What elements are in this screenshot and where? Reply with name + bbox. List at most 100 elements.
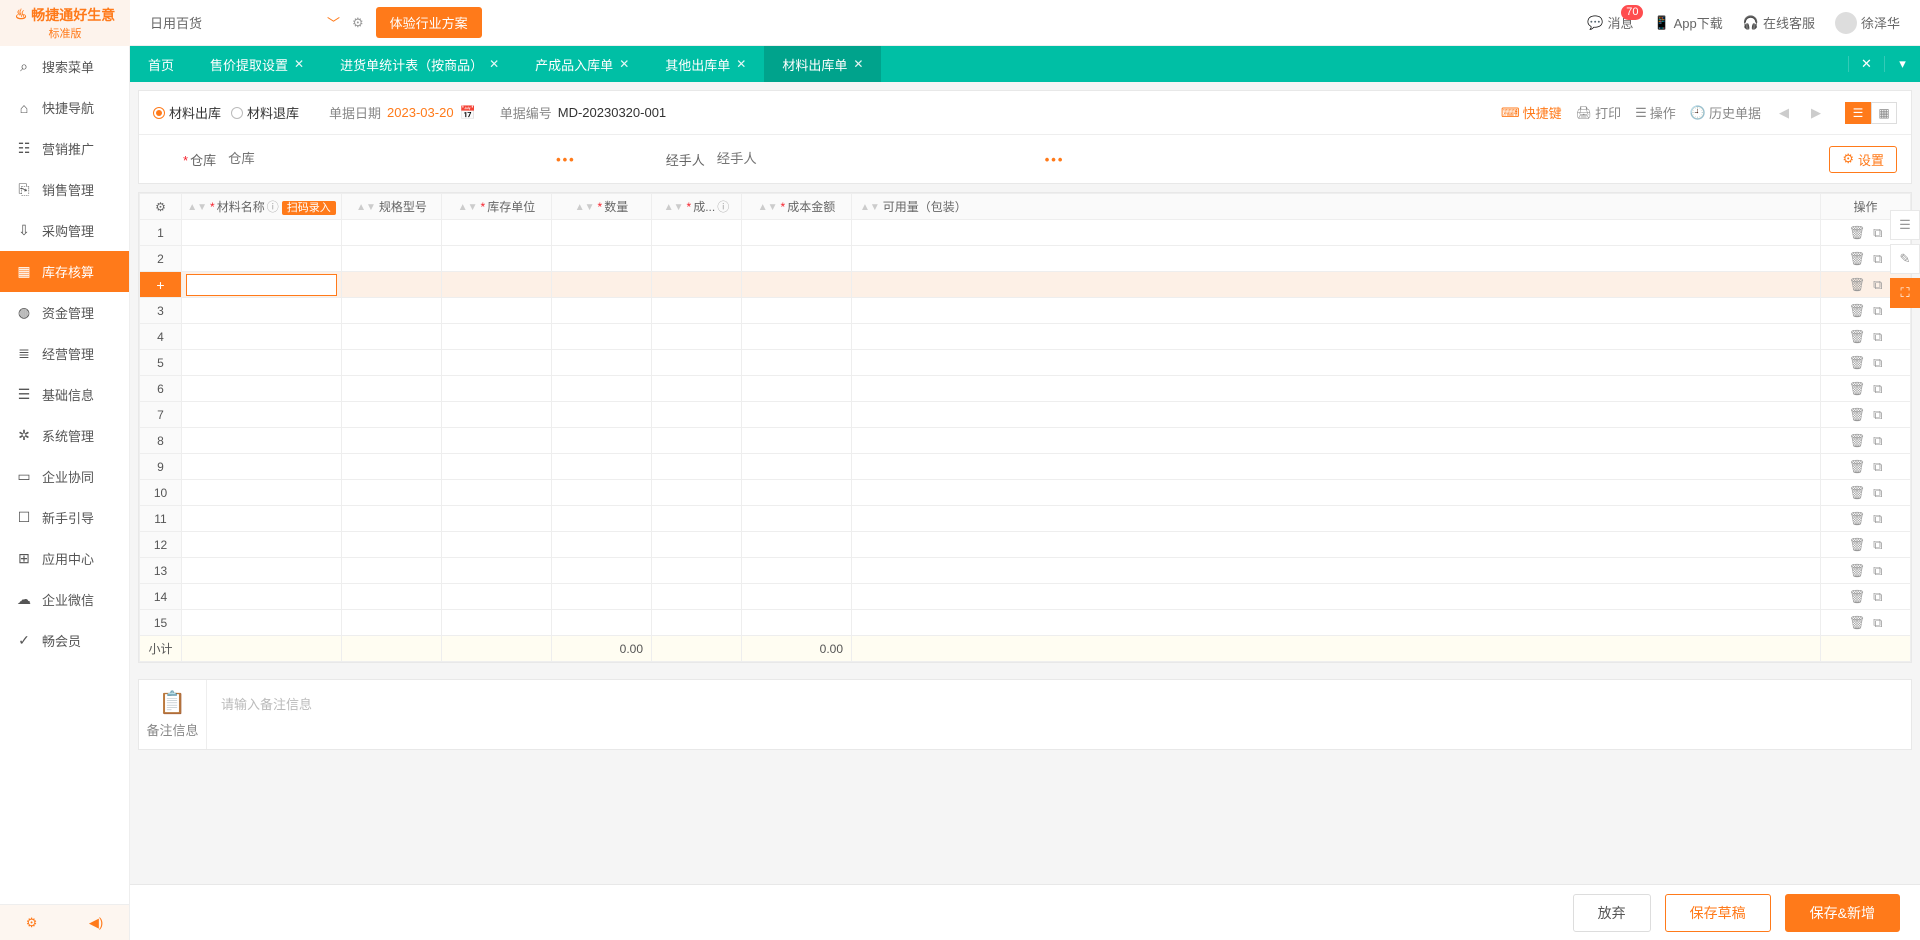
cell-cost-amt[interactable] (742, 610, 852, 636)
gear-icon[interactable]: ⚙ (352, 15, 364, 31)
cell-qty[interactable] (552, 350, 652, 376)
cell-cost[interactable] (652, 246, 742, 272)
sidebar-gear[interactable]: ⚙ (26, 915, 38, 931)
cell-cost-amt[interactable] (742, 376, 852, 402)
tab-more[interactable]: ▾ (1884, 56, 1920, 72)
cell-cost-amt[interactable] (742, 350, 852, 376)
delete-icon[interactable]: 🗑 (1849, 407, 1866, 422)
print-button[interactable]: 🖨 打印 (1576, 103, 1622, 122)
help-icon[interactable]: ⓘ (267, 200, 279, 214)
sidebar-item-3[interactable]: ⎘销售管理 (0, 169, 129, 210)
cell-qty[interactable] (552, 246, 652, 272)
cell-avail[interactable] (852, 480, 1821, 506)
cell-material[interactable] (182, 402, 342, 428)
warehouse-input[interactable] (226, 147, 546, 171)
cell-material[interactable] (182, 558, 342, 584)
cell-material[interactable] (182, 298, 342, 324)
cell-spec[interactable] (342, 272, 442, 298)
cell-avail[interactable] (852, 376, 1821, 402)
delete-icon[interactable]: 🗑 (1849, 511, 1866, 526)
cell-cost-amt[interactable] (742, 246, 852, 272)
sidebar-item-11[interactable]: ☐新手引导 (0, 497, 129, 538)
sidebar-collapse[interactable]: ◀) (89, 915, 103, 931)
cell-avail[interactable] (852, 610, 1821, 636)
cell-material[interactable] (182, 584, 342, 610)
cell-spec[interactable] (342, 376, 442, 402)
cell-avail[interactable] (852, 454, 1821, 480)
cell-cost-amt[interactable] (742, 454, 852, 480)
cell-cost[interactable] (652, 610, 742, 636)
cell-unit[interactable] (442, 350, 552, 376)
col-cost-amt[interactable]: ▲▼*成本金额 (742, 194, 852, 220)
cell-avail[interactable] (852, 402, 1821, 428)
cell-material[interactable] (182, 454, 342, 480)
delete-icon[interactable]: 🗑 (1849, 225, 1866, 240)
cell-cost[interactable] (652, 480, 742, 506)
cell-spec[interactable] (342, 584, 442, 610)
cell-material[interactable] (182, 350, 342, 376)
sidebar-item-4[interactable]: ⇩采购管理 (0, 210, 129, 251)
cell-qty[interactable] (552, 324, 652, 350)
delete-icon[interactable]: 🗑 (1849, 251, 1866, 266)
cell-material[interactable] (182, 220, 342, 246)
col-avail[interactable]: ▲▼可用量（包装） (852, 194, 1821, 220)
cell-qty[interactable] (552, 480, 652, 506)
copy-icon[interactable]: ⧉ (1873, 225, 1882, 240)
cell-unit[interactable] (442, 532, 552, 558)
handler-more[interactable]: ••• (1045, 152, 1065, 167)
cell-qty[interactable] (552, 428, 652, 454)
app-download[interactable]: 📱App下载 (1653, 13, 1722, 32)
copy-icon[interactable]: ⧉ (1873, 615, 1882, 630)
view-grid[interactable]: ☰ (1845, 102, 1871, 124)
sidebar-item-9[interactable]: ✲系统管理 (0, 415, 129, 456)
cell-material[interactable] (182, 506, 342, 532)
cell-cost-amt[interactable] (742, 428, 852, 454)
cell-unit[interactable] (442, 506, 552, 532)
delete-icon[interactable]: 🗑 (1849, 615, 1866, 630)
cell-material[interactable] (182, 428, 342, 454)
add-row-button[interactable]: + (140, 272, 182, 298)
cell-unit[interactable] (442, 272, 552, 298)
copy-icon[interactable]: ⧉ (1873, 303, 1882, 318)
cell-material[interactable] (182, 324, 342, 350)
cell-qty[interactable] (552, 532, 652, 558)
cell-spec[interactable] (342, 402, 442, 428)
delete-icon[interactable]: 🗑 (1849, 277, 1866, 292)
cell-unit[interactable] (442, 324, 552, 350)
sidebar-item-13[interactable]: ☁企业微信 (0, 579, 129, 620)
cell-spec[interactable] (342, 246, 442, 272)
delete-icon[interactable]: 🗑 (1849, 355, 1866, 370)
cell-unit[interactable] (442, 454, 552, 480)
tab-3[interactable]: 产成品入库单✕ (517, 46, 647, 82)
material-input[interactable] (186, 274, 337, 296)
sidebar-item-14[interactable]: ✓畅会员 (0, 620, 129, 661)
delete-icon[interactable]: 🗑 (1849, 329, 1866, 344)
delete-icon[interactable]: 🗑 (1849, 303, 1866, 318)
copy-icon[interactable]: ⧉ (1873, 277, 1882, 292)
cell-unit[interactable] (442, 610, 552, 636)
float-expand[interactable]: ⛶ (1890, 278, 1920, 308)
sidebar-item-7[interactable]: ≣经营管理 (0, 333, 129, 374)
save-draft-button[interactable]: 保存草稿 (1665, 894, 1771, 932)
sidebar-item-2[interactable]: ☷营销推广 (0, 128, 129, 169)
cell-cost-amt[interactable] (742, 584, 852, 610)
cell-spec[interactable] (342, 506, 442, 532)
cell-unit[interactable] (442, 584, 552, 610)
copy-icon[interactable]: ⧉ (1873, 433, 1882, 448)
cell-material[interactable] (182, 610, 342, 636)
sidebar-item-5[interactable]: ▦库存核算 (0, 251, 129, 292)
delete-icon[interactable]: 🗑 (1849, 563, 1866, 578)
shortcut-button[interactable]: ⌨ 快捷键 (1501, 103, 1562, 122)
settings-button[interactable]: ⚙设置 (1829, 146, 1897, 173)
col-cost[interactable]: ▲▼*成...ⓘ (652, 194, 742, 220)
cell-unit[interactable] (442, 428, 552, 454)
calendar-icon[interactable]: 📅 (460, 105, 476, 121)
cell-qty[interactable] (552, 454, 652, 480)
cell-avail[interactable] (852, 220, 1821, 246)
support[interactable]: 🎧在线客服 (1743, 13, 1815, 32)
handler-input[interactable] (715, 147, 1035, 171)
close-icon[interactable]: ✕ (853, 57, 863, 71)
copy-icon[interactable]: ⧉ (1873, 511, 1882, 526)
cell-avail[interactable] (852, 350, 1821, 376)
cell-avail[interactable] (852, 298, 1821, 324)
